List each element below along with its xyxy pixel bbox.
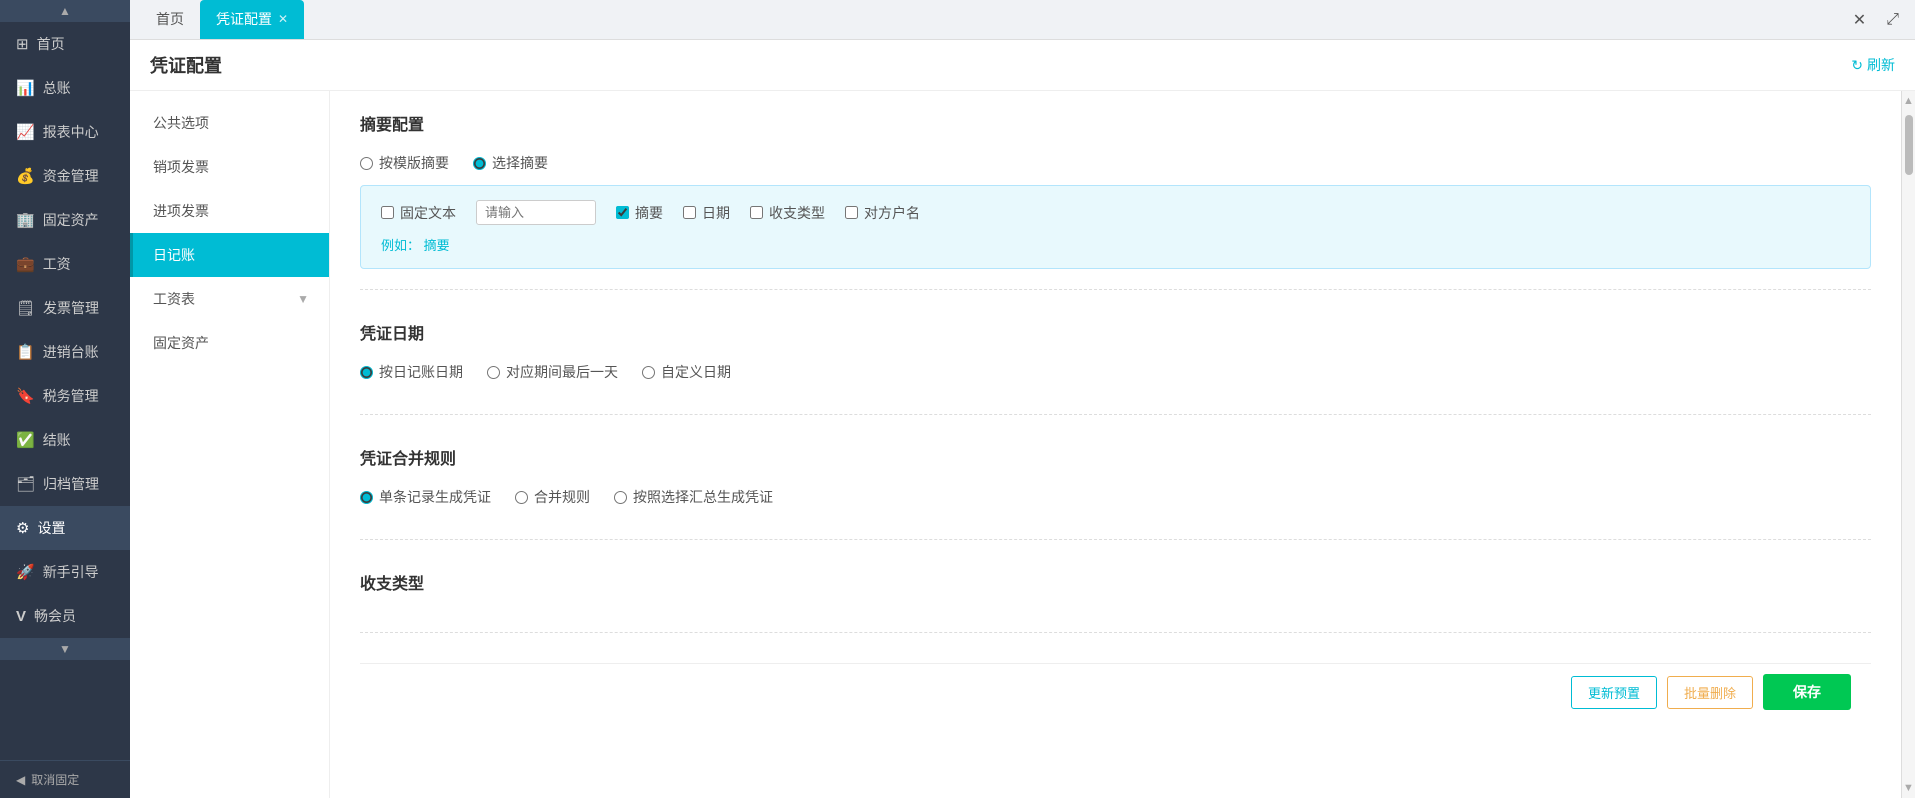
sidebar-scroll-down[interactable]: ▼ — [0, 638, 130, 660]
chevron-down-icon: ▼ — [297, 292, 309, 306]
checkbox-summary[interactable]: 摘要 — [616, 203, 663, 223]
page-header: 凭证配置 ↻ 刷新 — [130, 40, 1915, 91]
summary-section: 摘要配置 按模版摘要 选择摘要 — [360, 111, 1871, 290]
summary-options: 固定文本 摘要 日期 — [381, 200, 1850, 225]
summary-title: 摘要配置 — [360, 111, 1871, 135]
reports-icon: 📈 — [16, 123, 35, 141]
sidebar-item-salary[interactable]: 💼 工资 — [0, 242, 130, 286]
member-icon: V — [16, 608, 26, 625]
ledger-icon: 📊 — [16, 79, 35, 97]
radio-template-summary[interactable]: 按模版摘要 — [360, 153, 449, 173]
income-title: 收支类型 — [360, 570, 1871, 594]
merge-title: 凭证合并规则 — [360, 445, 1871, 469]
batch-delete-button[interactable]: 批量删除 — [1667, 676, 1753, 709]
scroll-thumb-area — [1902, 111, 1915, 778]
sidebar-item-reports[interactable]: 📈 报表中心 — [0, 110, 130, 154]
sidebar-item-ledger[interactable]: 📊 总账 — [0, 66, 130, 110]
body-area: 公共选项 销项发票 进项发票 日记账 工资表 ▼ 固定资产 — [130, 91, 1915, 798]
sidebar-item-guide[interactable]: 🚀 新手引导 — [0, 550, 130, 594]
radio-period-last[interactable]: 对应期间最后一天 — [487, 362, 618, 382]
invoice-icon: 🗒 — [16, 299, 35, 317]
sidebar-item-home[interactable]: ⊞ 首页 — [0, 22, 130, 66]
date-section: 凭证日期 按日记账日期 对应期间最后一天 自定义日期 — [360, 320, 1871, 415]
date-radio-group: 按日记账日期 对应期间最后一天 自定义日期 — [360, 362, 1871, 382]
nav-item-public[interactable]: 公共选项 — [130, 101, 329, 145]
checkbox-date[interactable]: 日期 — [683, 203, 730, 223]
checkout-icon: ✅ — [16, 431, 35, 449]
income-section: 收支类型 — [360, 570, 1871, 633]
purchase-icon: 📋 — [16, 343, 35, 361]
scroll-track: ▲ ▼ — [1901, 91, 1915, 798]
scroll-down-arrow[interactable]: ▼ — [1902, 778, 1915, 798]
refresh-icon: ↻ — [1851, 57, 1863, 74]
summary-config-box: 固定文本 摘要 日期 — [360, 185, 1871, 269]
capital-icon: 💰 — [16, 167, 35, 185]
maximize-window-btn[interactable]: ⤢ — [1880, 8, 1905, 32]
cancel-fix-btn[interactable]: ◀ 取消固定 — [0, 760, 130, 798]
checkbox-counterparty-name[interactable]: 对方户名 — [845, 203, 920, 223]
tax-icon: 🔖 — [16, 387, 35, 405]
content: 凭证配置 ↻ 刷新 公共选项 销项发票 进项发票 日记账 — [130, 40, 1915, 798]
sidebar-item-purchase[interactable]: 📋 进销台账 — [0, 330, 130, 374]
sidebar-item-archive[interactable]: 🗂 归档管理 — [0, 462, 130, 506]
radio-summary-generate[interactable]: 按照选择汇总生成凭证 — [614, 487, 773, 507]
home-icon: ⊞ — [16, 35, 29, 53]
nav-item-input-invoice[interactable]: 进项发票 — [130, 189, 329, 233]
radio-single-record[interactable]: 单条记录生成凭证 — [360, 487, 491, 507]
sidebar-item-member[interactable]: V 畅会员 — [0, 594, 130, 638]
radio-merge-rule[interactable]: 合并规则 — [515, 487, 590, 507]
nav-item-fixed-assets[interactable]: 固定资产 — [130, 321, 329, 365]
sidebar-item-capital[interactable]: 💰 资金管理 — [0, 154, 130, 198]
sidebar-item-assets[interactable]: 🏢 固定资产 — [0, 198, 130, 242]
checkbox-income-type[interactable]: 收支类型 — [750, 203, 825, 223]
bottom-actions: 更新预置 批量删除 保存 — [360, 663, 1871, 720]
summary-radio-group: 按模版摘要 选择摘要 — [360, 153, 1871, 173]
assets-icon: 🏢 — [16, 211, 35, 229]
tab-bar: 首页 凭证配置 ✕ ✕ ⤢ — [130, 0, 1915, 40]
update-preset-button[interactable]: 更新预置 — [1571, 676, 1657, 709]
sidebar-scroll-up[interactable]: ▲ — [0, 0, 130, 22]
radio-custom-date[interactable]: 自定义日期 — [642, 362, 731, 382]
archive-icon: 🗂 — [16, 475, 35, 493]
checkbox-fixed-text[interactable]: 固定文本 — [381, 203, 456, 223]
left-nav: 公共选项 销项发票 进项发票 日记账 工资表 ▼ 固定资产 — [130, 91, 330, 798]
radio-select-summary[interactable]: 选择摘要 — [473, 153, 548, 173]
sidebar-item-checkout[interactable]: ✅ 结账 — [0, 418, 130, 462]
refresh-button[interactable]: ↻ 刷新 — [1851, 55, 1895, 75]
settings-icon: ⚙ — [16, 519, 29, 537]
save-button[interactable]: 保存 — [1763, 674, 1851, 710]
sidebar-item-tax[interactable]: 🔖 税务管理 — [0, 374, 130, 418]
tab-close-icon[interactable]: ✕ — [278, 12, 288, 26]
sidebar-item-settings[interactable]: ⚙ 设置 — [0, 506, 130, 550]
merge-section: 凭证合并规则 单条记录生成凭证 合并规则 按照选择汇总生成凭证 — [360, 445, 1871, 540]
tab-voucher-config[interactable]: 凭证配置 ✕ — [200, 0, 304, 39]
fixed-text-input[interactable] — [476, 200, 596, 225]
guide-icon: 🚀 — [16, 563, 35, 581]
scroll-up-arrow[interactable]: ▲ — [1902, 91, 1915, 111]
salary-icon: 💼 — [16, 255, 35, 273]
page-title: 凭证配置 — [150, 52, 222, 78]
nav-item-journal[interactable]: 日记账 — [130, 233, 329, 277]
scroll-thumb[interactable] — [1905, 115, 1913, 175]
close-window-btn[interactable]: ✕ — [1847, 8, 1872, 32]
tab-home[interactable]: 首页 — [140, 0, 200, 39]
summary-example: 例如： 摘要 — [381, 235, 1850, 254]
sidebar-item-invoice[interactable]: 🗒 发票管理 — [0, 286, 130, 330]
sidebar: ▲ ⊞ 首页 📊 总账 📈 报表中心 💰 资金管理 🏢 固定资产 💼 工资 🗒 … — [0, 0, 130, 798]
tab-bar-actions: ✕ ⤢ — [1847, 8, 1905, 32]
date-title: 凭证日期 — [360, 320, 1871, 344]
main-area: 首页 凭证配置 ✕ ✕ ⤢ 凭证配置 ↻ 刷新 公共选项 — [130, 0, 1915, 798]
right-content: 摘要配置 按模版摘要 选择摘要 — [330, 91, 1901, 798]
nav-item-output-invoice[interactable]: 销项发票 — [130, 145, 329, 189]
pin-icon: ◀ — [16, 773, 25, 787]
merge-radio-group: 单条记录生成凭证 合并规则 按照选择汇总生成凭证 — [360, 487, 1871, 507]
nav-item-payroll[interactable]: 工资表 ▼ — [130, 277, 329, 321]
radio-journal-date[interactable]: 按日记账日期 — [360, 362, 463, 382]
